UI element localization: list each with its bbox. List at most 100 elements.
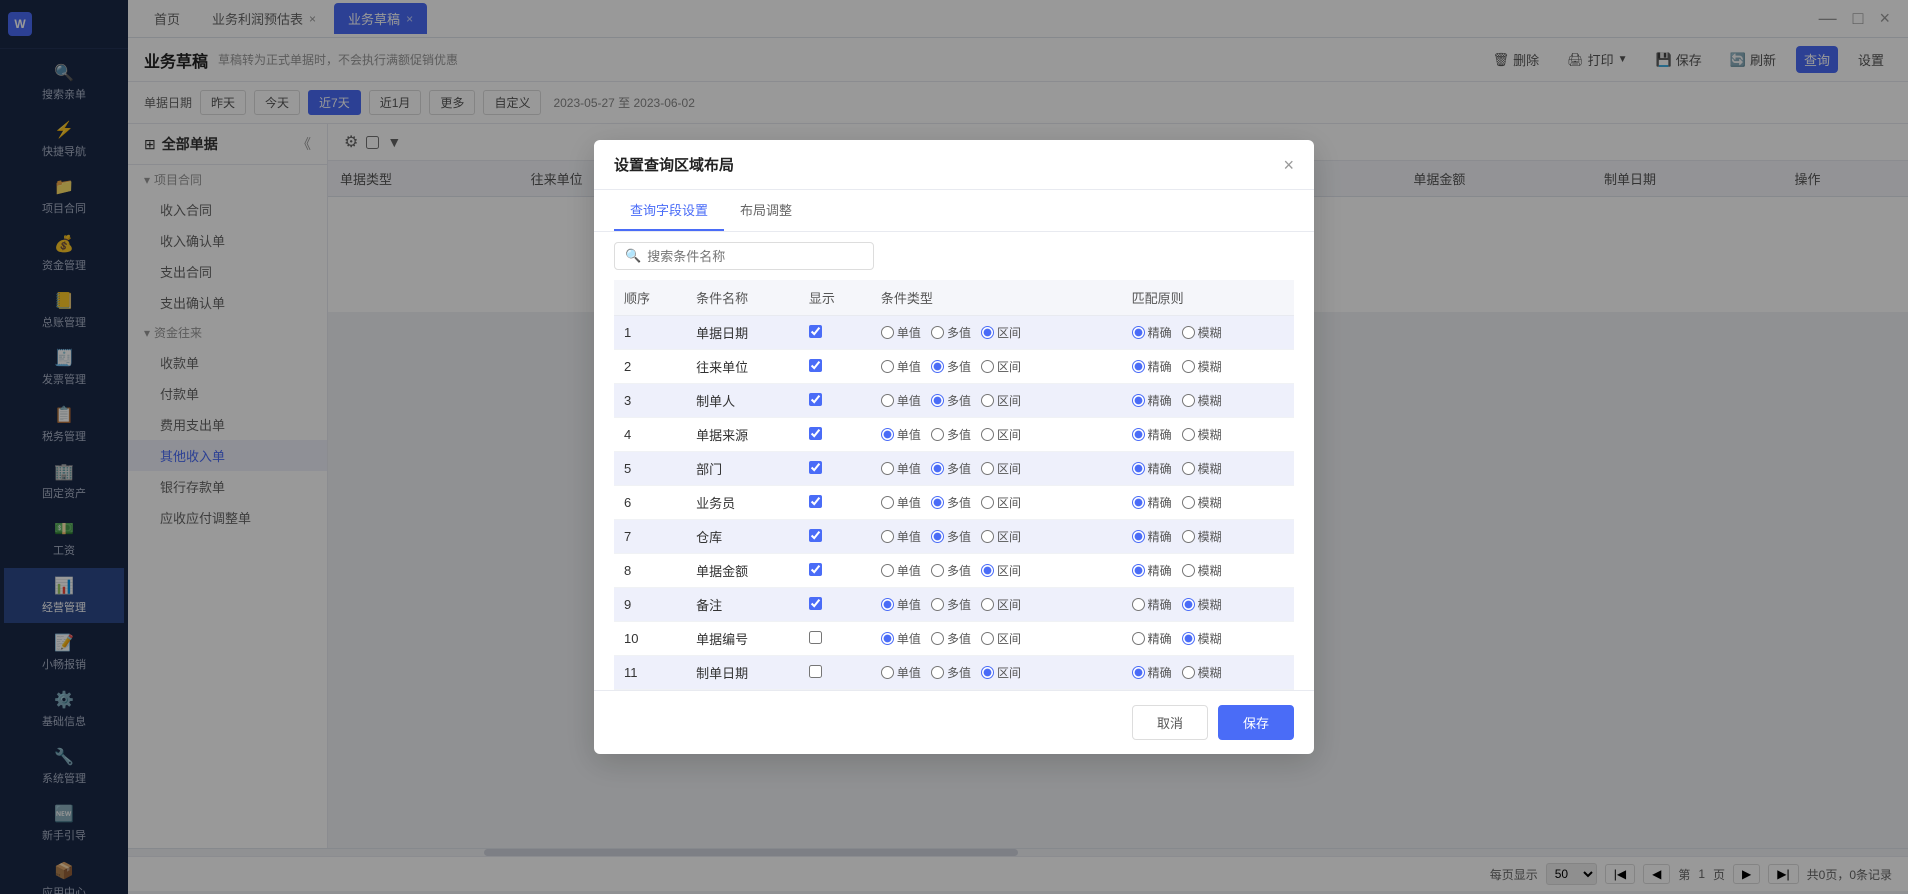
radio-condition-item[interactable]: 区间 xyxy=(981,460,1021,477)
radio-match-item[interactable]: 精确 xyxy=(1132,596,1172,613)
radio-match-item[interactable]: 精确 xyxy=(1132,460,1172,477)
show-checkbox[interactable] xyxy=(809,461,822,474)
radio-match-item[interactable]: 精确 xyxy=(1132,528,1172,545)
radio-condition-item[interactable]: 多值 xyxy=(931,664,971,681)
settings-table: 顺序 条件名称 显示 条件类型 匹配原则 1单据日期单值多值区间精确模糊2往来单… xyxy=(614,280,1294,690)
radio-condition-item[interactable]: 单值 xyxy=(881,324,921,341)
cell-condition: 单值多值区间 xyxy=(871,486,1122,520)
radio-match-item[interactable]: 精确 xyxy=(1132,324,1172,341)
tab-field-settings[interactable]: 查询字段设置 xyxy=(614,190,724,231)
cell-condition: 单值多值区间 xyxy=(871,656,1122,690)
radio-condition-item[interactable]: 单值 xyxy=(881,392,921,409)
radio-condition-item[interactable]: 多值 xyxy=(931,562,971,579)
cell-condition: 单值多值区间 xyxy=(871,452,1122,486)
radio-match-item[interactable]: 模糊 xyxy=(1182,392,1222,409)
cell-match: 精确模糊 xyxy=(1122,520,1294,554)
radio-condition-item[interactable]: 区间 xyxy=(981,664,1021,681)
radio-condition-item[interactable]: 单值 xyxy=(881,630,921,647)
dialog-title: 设置查询区域布局 xyxy=(614,154,734,175)
radio-condition-item[interactable]: 区间 xyxy=(981,596,1021,613)
radio-match-item[interactable]: 精确 xyxy=(1132,664,1172,681)
radio-condition-item[interactable]: 单值 xyxy=(881,494,921,511)
radio-condition-item[interactable]: 单值 xyxy=(881,528,921,545)
dialog-close-button[interactable]: × xyxy=(1283,156,1294,174)
cell-order: 3 xyxy=(614,384,686,418)
radio-match-item[interactable]: 模糊 xyxy=(1182,460,1222,477)
show-checkbox[interactable] xyxy=(809,427,822,440)
radio-match-item[interactable]: 精确 xyxy=(1132,426,1172,443)
cell-name: 单据金额 xyxy=(686,554,799,588)
radio-condition-item[interactable]: 单值 xyxy=(881,664,921,681)
radio-condition-item[interactable]: 多值 xyxy=(931,528,971,545)
show-checkbox[interactable] xyxy=(809,631,822,644)
cell-show xyxy=(799,452,871,486)
show-checkbox[interactable] xyxy=(809,597,822,610)
cell-condition: 单值多值区间 xyxy=(871,554,1122,588)
radio-match-item[interactable]: 精确 xyxy=(1132,630,1172,647)
dialog-header: 设置查询区域布局 × xyxy=(594,140,1314,190)
radio-condition-item[interactable]: 单值 xyxy=(881,596,921,613)
radio-condition-item[interactable]: 多值 xyxy=(931,494,971,511)
radio-condition-item[interactable]: 多值 xyxy=(931,324,971,341)
show-checkbox[interactable] xyxy=(809,529,822,542)
dialog-search-input[interactable] xyxy=(647,249,863,264)
radio-match-item[interactable]: 精确 xyxy=(1132,358,1172,375)
radio-condition-item[interactable]: 单值 xyxy=(881,562,921,579)
cell-match: 精确模糊 xyxy=(1122,384,1294,418)
cell-order: 1 xyxy=(614,316,686,350)
show-checkbox[interactable] xyxy=(809,359,822,372)
radio-condition-item[interactable]: 单值 xyxy=(881,358,921,375)
cell-match: 精确模糊 xyxy=(1122,588,1294,622)
th-name: 条件名称 xyxy=(686,280,799,316)
radio-condition-item[interactable]: 多值 xyxy=(931,358,971,375)
radio-match-item[interactable]: 模糊 xyxy=(1182,358,1222,375)
radio-match-item[interactable]: 精确 xyxy=(1132,562,1172,579)
radio-condition-item[interactable]: 区间 xyxy=(981,528,1021,545)
cell-order: 6 xyxy=(614,486,686,520)
show-checkbox[interactable] xyxy=(809,665,822,678)
cell-match: 精确模糊 xyxy=(1122,452,1294,486)
radio-match-item[interactable]: 模糊 xyxy=(1182,324,1222,341)
radio-match-item[interactable]: 模糊 xyxy=(1182,664,1222,681)
radio-condition-item[interactable]: 单值 xyxy=(881,426,921,443)
show-checkbox[interactable] xyxy=(809,325,822,338)
radio-condition-item[interactable]: 区间 xyxy=(981,630,1021,647)
cancel-button[interactable]: 取消 xyxy=(1132,705,1208,740)
radio-match-item[interactable]: 模糊 xyxy=(1182,494,1222,511)
cell-match: 精确模糊 xyxy=(1122,486,1294,520)
radio-condition-item[interactable]: 多值 xyxy=(931,392,971,409)
radio-match-item[interactable]: 精确 xyxy=(1132,494,1172,511)
radio-condition-item[interactable]: 区间 xyxy=(981,426,1021,443)
radio-condition-item[interactable]: 区间 xyxy=(981,324,1021,341)
show-checkbox[interactable] xyxy=(809,393,822,406)
cell-condition: 单值多值区间 xyxy=(871,316,1122,350)
radio-condition-item[interactable]: 多值 xyxy=(931,630,971,647)
radio-match-item[interactable]: 模糊 xyxy=(1182,528,1222,545)
radio-condition-item[interactable]: 区间 xyxy=(981,358,1021,375)
radio-match-item[interactable]: 模糊 xyxy=(1182,426,1222,443)
table-row: 9备注单值多值区间精确模糊 xyxy=(614,588,1294,622)
radio-condition-item[interactable]: 多值 xyxy=(931,460,971,477)
show-checkbox[interactable] xyxy=(809,563,822,576)
dialog-overlay[interactable]: 设置查询区域布局 × 查询字段设置 布局调整 🔍 xyxy=(0,0,1908,894)
radio-match-item[interactable]: 模糊 xyxy=(1182,562,1222,579)
cell-condition: 单值多值区间 xyxy=(871,588,1122,622)
cell-show xyxy=(799,520,871,554)
radio-condition-item[interactable]: 多值 xyxy=(931,426,971,443)
radio-condition-item[interactable]: 区间 xyxy=(981,562,1021,579)
radio-match-item[interactable]: 模糊 xyxy=(1182,630,1222,647)
radio-match-item[interactable]: 模糊 xyxy=(1182,596,1222,613)
radio-condition-item[interactable]: 区间 xyxy=(981,392,1021,409)
radio-condition-item[interactable]: 单值 xyxy=(881,460,921,477)
cell-match: 精确模糊 xyxy=(1122,656,1294,690)
table-row: 6业务员单值多值区间精确模糊 xyxy=(614,486,1294,520)
radio-condition-item[interactable]: 区间 xyxy=(981,494,1021,511)
dialog-save-button[interactable]: 保存 xyxy=(1218,705,1294,740)
radio-condition-item[interactable]: 多值 xyxy=(931,596,971,613)
cell-order: 9 xyxy=(614,588,686,622)
tab-layout-settings[interactable]: 布局调整 xyxy=(724,190,808,231)
radio-match-item[interactable]: 精确 xyxy=(1132,392,1172,409)
show-checkbox[interactable] xyxy=(809,495,822,508)
table-row: 1单据日期单值多值区间精确模糊 xyxy=(614,316,1294,350)
cell-name: 制单人 xyxy=(686,384,799,418)
